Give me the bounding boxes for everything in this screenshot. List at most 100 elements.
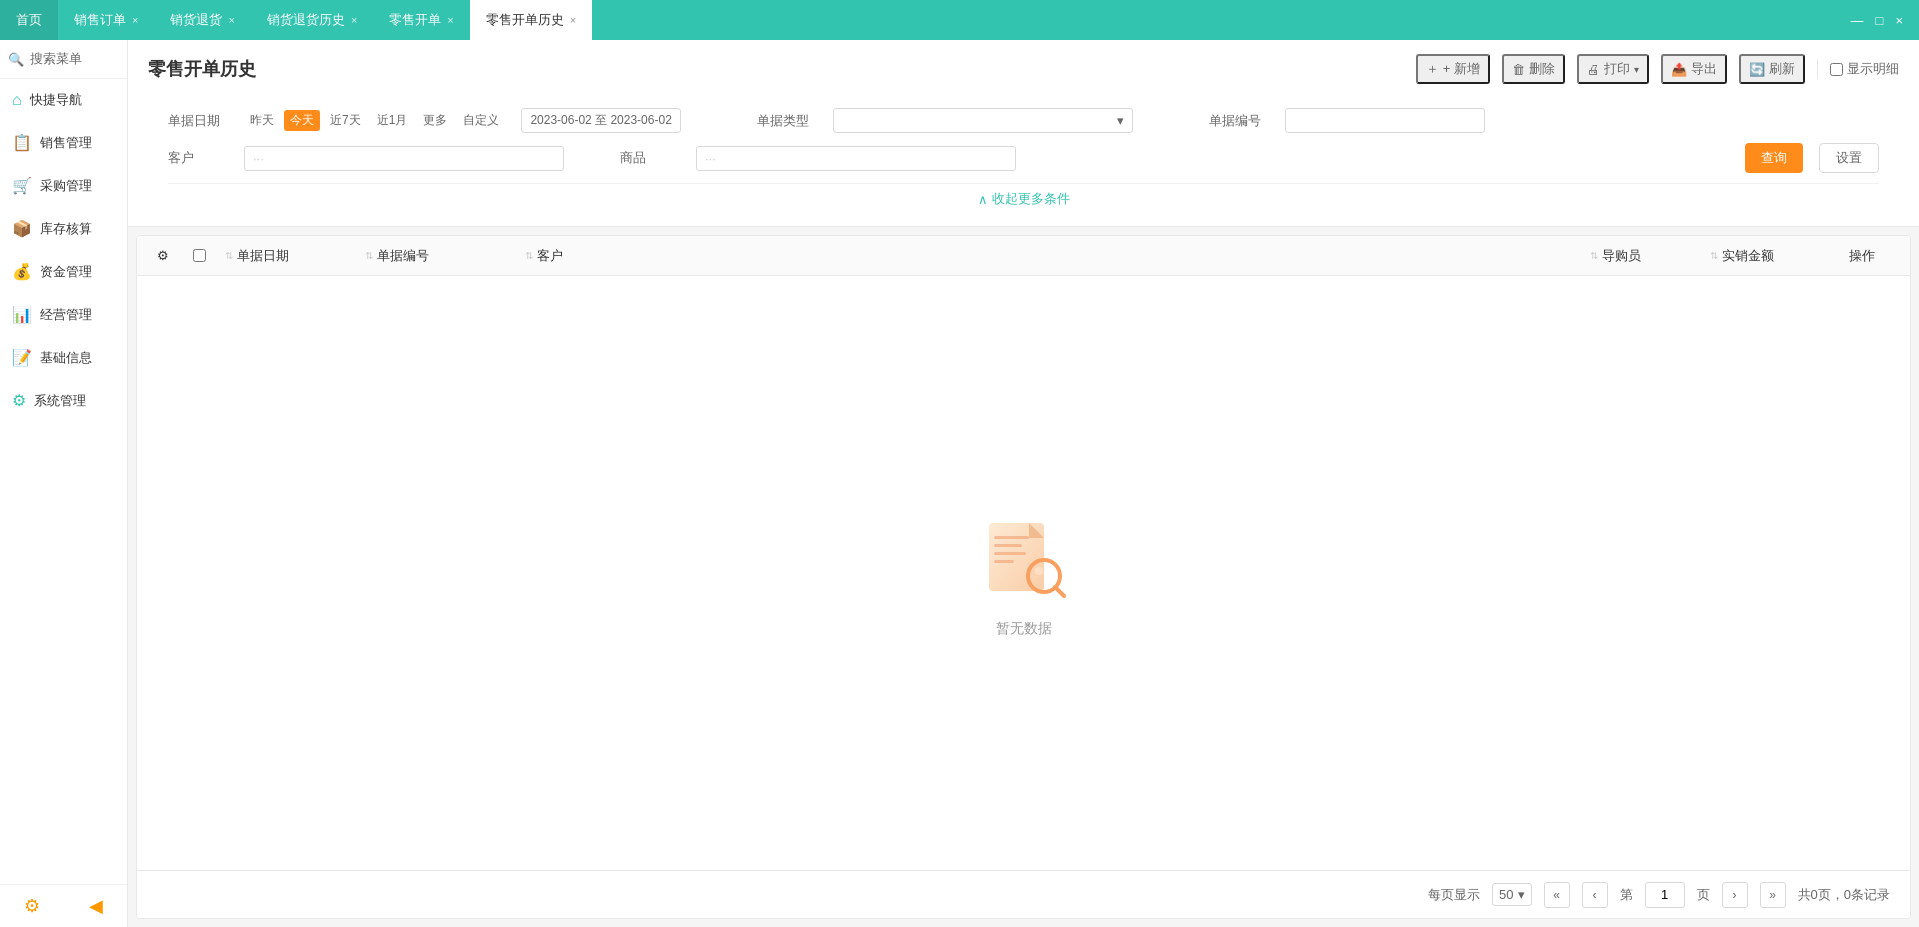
empty-state: 暂无数据 bbox=[964, 508, 1084, 638]
tab-retail-open[interactable]: 零售开单 × bbox=[373, 0, 469, 40]
tab-close-retail-open[interactable]: × bbox=[447, 14, 453, 26]
product-input[interactable]: ··· bbox=[696, 146, 1016, 171]
sort-customer-icon[interactable]: ⇅ bbox=[525, 250, 533, 261]
page-size-label: 每页显示 bbox=[1428, 886, 1480, 904]
date-range-picker[interactable]: 2023-06-02 至 2023-06-02 bbox=[521, 108, 680, 133]
tab-sales-order[interactable]: 销售订单× bbox=[58, 0, 154, 40]
sidebar-item-sales-mgmt[interactable]: 📋 销售管理 bbox=[0, 121, 127, 164]
window-controls: — □ × bbox=[1835, 13, 1919, 28]
tab-close-sales-order[interactable]: × bbox=[132, 14, 138, 26]
th-customer: ⇅ 客户 bbox=[517, 247, 1582, 265]
tab-close-sales-return-history[interactable]: × bbox=[351, 14, 357, 26]
select-all-checkbox[interactable] bbox=[193, 249, 206, 262]
date-opt-more[interactable]: 更多 bbox=[417, 110, 453, 131]
empty-illustration bbox=[964, 508, 1084, 608]
show-detail-checkbox[interactable]: 显示明细 bbox=[1830, 60, 1899, 78]
page-number-input[interactable] bbox=[1645, 882, 1685, 908]
refresh-icon: 🔄 bbox=[1749, 62, 1765, 77]
product-label: 商品 bbox=[620, 149, 680, 167]
first-page-btn[interactable]: « bbox=[1544, 882, 1570, 908]
sidebar-search-label: 搜索菜单 bbox=[30, 50, 82, 68]
sidebar-item-finance[interactable]: 💰资金管理 bbox=[0, 250, 127, 293]
prev-page-btn[interactable]: ‹ bbox=[1582, 882, 1608, 908]
collapse-icon: ∧ bbox=[978, 192, 988, 207]
doc-type-select[interactable]: ▾ bbox=[833, 108, 1133, 133]
th-date: ⇅ 单据日期 bbox=[217, 247, 357, 265]
sidebar-search[interactable]: 🔍 搜索菜单 bbox=[0, 40, 127, 79]
search-icon: 🔍 bbox=[8, 52, 24, 67]
sidebar: 🔍 搜索菜单 ⌂快捷导航 📋 销售管理 🛒 采购管理 📦库存核算💰资金管理📊经营管理📝基础… bbox=[0, 40, 128, 927]
sidebar-icon-purchase-mgmt: 🛒 bbox=[12, 176, 32, 195]
page-size-select[interactable]: 50 ▾ bbox=[1492, 883, 1531, 906]
sidebar-collapse-icon[interactable]: ◀ bbox=[89, 895, 103, 917]
tab-close-retail-open-history[interactable]: × bbox=[570, 14, 576, 26]
svg-line-8 bbox=[1055, 587, 1064, 596]
sidebar-label-sys-mgmt: 系统管理 bbox=[34, 392, 86, 410]
tab-sales-return-history[interactable]: 销货退货历史 × bbox=[251, 0, 373, 40]
sort-guide-icon[interactable]: ⇅ bbox=[1590, 250, 1598, 261]
settings-gear-icon[interactable]: ⚙ bbox=[157, 248, 169, 263]
show-detail-input[interactable] bbox=[1830, 63, 1843, 76]
table-header: ⚙ ⇅ 单据日期 ⇅ 单据编号 ⇅ 客户 ⇅ bbox=[137, 236, 1910, 276]
tab-close-sales-return[interactable]: × bbox=[228, 14, 234, 26]
sidebar-gear-icon[interactable]: ⚙ bbox=[24, 895, 40, 917]
content-area: 零售开单历史 ＋ + 新增 🗑 删除 🖨 打印 ▾ bbox=[128, 40, 1919, 927]
filter-row-1: 单据日期 昨天 今天 近7天 近1月 更多 自定义 2023-06-02 至 2… bbox=[168, 108, 1879, 133]
collapse-more-btn[interactable]: ∧ 收起更多条件 bbox=[168, 183, 1879, 214]
sidebar-item-operations[interactable]: 📊经营管理 bbox=[0, 293, 127, 336]
date-opt-1month[interactable]: 近1月 bbox=[371, 110, 414, 131]
page-size-dropdown-icon: ▾ bbox=[1518, 887, 1525, 902]
th-check[interactable] bbox=[181, 249, 217, 262]
sidebar-item-sys-mgmt[interactable]: ⚙系统管理 bbox=[0, 379, 127, 422]
date-opt-custom[interactable]: 自定义 bbox=[457, 110, 505, 131]
sidebar-item-base-info[interactable]: 📝基础信息 bbox=[0, 336, 127, 379]
sidebar-item-purchase-mgmt[interactable]: 🛒 采购管理 bbox=[0, 164, 127, 207]
sidebar-item-quick-nav[interactable]: ⌂快捷导航 bbox=[0, 79, 127, 121]
date-opt-7days[interactable]: 近7天 bbox=[324, 110, 367, 131]
total-info: 共0页，0条记录 bbox=[1798, 886, 1890, 904]
next-page-btn[interactable]: › bbox=[1722, 882, 1748, 908]
sidebar-icon-base-info: 📝 bbox=[12, 348, 32, 367]
svg-rect-1 bbox=[994, 536, 1029, 539]
tab-label-retail-open: 零售开单 bbox=[389, 11, 441, 29]
window-min-btn[interactable]: — bbox=[1851, 13, 1864, 28]
print-button[interactable]: 🖨 打印 ▾ bbox=[1577, 54, 1649, 84]
add-button[interactable]: ＋ + 新增 bbox=[1416, 54, 1490, 84]
toolbar: ＋ + 新增 🗑 删除 🖨 打印 ▾ 📤 导出 bbox=[1416, 54, 1899, 84]
doc-no-input[interactable] bbox=[1285, 108, 1485, 133]
customer-input[interactable]: ··· bbox=[244, 146, 564, 171]
date-opt-today[interactable]: 今天 bbox=[284, 110, 320, 131]
last-page-btn[interactable]: » bbox=[1760, 882, 1786, 908]
delete-button[interactable]: 🗑 删除 bbox=[1502, 54, 1565, 84]
sidebar-label-purchase-mgmt: 采购管理 bbox=[40, 177, 92, 195]
sidebar-label-sales-mgmt: 销售管理 bbox=[40, 134, 92, 152]
sidebar-icon-inventory: 📦 bbox=[12, 219, 32, 238]
sort-date-icon[interactable]: ⇅ bbox=[225, 250, 233, 261]
sidebar-icon-sales-mgmt: 📋 bbox=[12, 133, 32, 152]
sidebar-item-inventory[interactable]: 📦库存核算 bbox=[0, 207, 127, 250]
tab-sales-return[interactable]: 销货退货× bbox=[154, 0, 250, 40]
tab-retail-open-history[interactable]: 零售开单历史× bbox=[470, 0, 592, 40]
empty-text: 暂无数据 bbox=[996, 620, 1052, 638]
add-icon: ＋ bbox=[1426, 60, 1439, 78]
tab-label-sales-return-history: 销货退货历史 bbox=[267, 11, 345, 29]
date-opt-yesterday[interactable]: 昨天 bbox=[244, 110, 280, 131]
sort-order-icon[interactable]: ⇅ bbox=[365, 250, 373, 261]
tab-home[interactable]: 首页 bbox=[0, 0, 58, 40]
th-settings[interactable]: ⚙ bbox=[145, 248, 181, 263]
export-icon: 📤 bbox=[1671, 62, 1687, 77]
main-layout: 🔍 搜索菜单 ⌂快捷导航 📋 销售管理 🛒 采购管理 📦库存核算💰资金管理📊经营管理📝基础… bbox=[0, 40, 1919, 927]
refresh-button[interactable]: 🔄 刷新 bbox=[1739, 54, 1805, 84]
sidebar-label-finance: 资金管理 bbox=[40, 263, 92, 281]
th-amount: ⇅ 实销金额 bbox=[1702, 247, 1822, 265]
th-guide: ⇅ 导购员 bbox=[1582, 247, 1702, 265]
sort-amount-icon[interactable]: ⇅ bbox=[1710, 250, 1718, 261]
print-dropdown-icon: ▾ bbox=[1634, 64, 1639, 75]
export-button[interactable]: 📤 导出 bbox=[1661, 54, 1727, 84]
customer-label: 客户 bbox=[168, 149, 228, 167]
window-max-btn[interactable]: □ bbox=[1876, 13, 1884, 28]
query-button[interactable]: 查询 bbox=[1745, 143, 1803, 173]
delete-icon: 🗑 bbox=[1512, 62, 1525, 77]
settings-button[interactable]: 设置 bbox=[1819, 143, 1879, 173]
window-close-btn[interactable]: × bbox=[1895, 13, 1903, 28]
